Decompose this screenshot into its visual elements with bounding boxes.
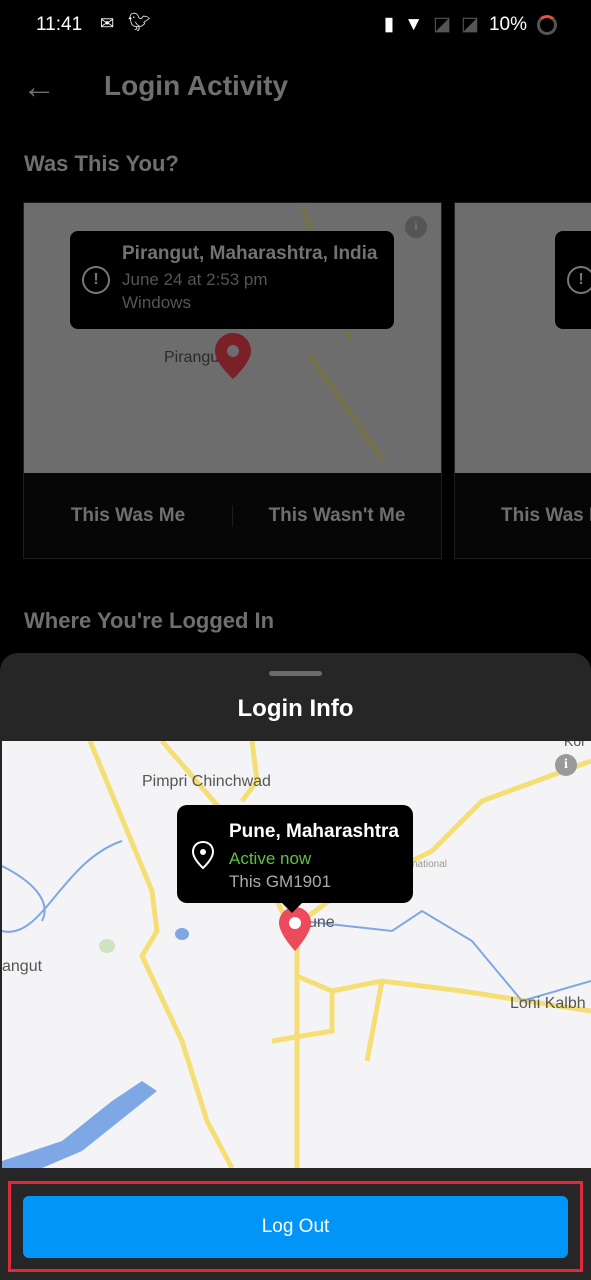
location-tooltip: Pune, Maharashtra Active now This GM1901	[177, 805, 413, 913]
log-out-button[interactable]: Log Out	[23, 1196, 568, 1258]
location-name: Pune, Maharashtra	[229, 821, 399, 842]
where-logged-in-heading: Where You're Logged In	[24, 608, 275, 633]
this-was-me-button[interactable]: This Was Me	[24, 505, 232, 527]
map-pin-icon	[215, 333, 251, 379]
alert-icon: !	[82, 266, 110, 294]
no-sim-icon: ◪	[461, 14, 479, 35]
drag-handle[interactable]	[269, 671, 322, 676]
wifi-icon: ▼	[404, 13, 424, 35]
login-card: Pirangu i ! Pirangut, Maharashtra, India…	[23, 202, 442, 559]
gmail-icon: ✉	[100, 14, 115, 33]
back-arrow-icon[interactable]: ←	[22, 68, 56, 107]
info-icon[interactable]: i	[405, 216, 427, 238]
login-map[interactable]: Pirangu i ! Pirangut, Maharashtra, India…	[24, 203, 441, 473]
login-tooltip: ! Pirangut, Maharashtra, India June 24 a…	[70, 231, 394, 329]
login-tooltip: !	[555, 231, 591, 329]
info-icon[interactable]: i	[555, 754, 577, 776]
was-this-you-heading: Was This You?	[24, 151, 179, 176]
active-status: Active now	[229, 849, 312, 868]
no-sim-icon: ◪	[433, 14, 452, 35]
page-title: Login Activity	[104, 70, 289, 101]
login-card: ! This Was M	[454, 202, 591, 559]
logout-highlight: Log Out	[8, 1181, 583, 1272]
clock: 11:41	[36, 14, 83, 35]
login-info-sheet: Login Info Pimpri Chinchwad une angut Lo…	[0, 653, 591, 1280]
sheet-title: Login Info	[237, 695, 354, 722]
battery-level: 10%	[488, 13, 527, 35]
location-pin-icon	[191, 840, 215, 870]
vibrate-icon: ▮	[383, 14, 395, 35]
twitter-icon: 🐦︎	[128, 12, 151, 32]
battery-saver-icon	[537, 14, 557, 35]
device-name: This GM1901	[229, 872, 332, 891]
login-map[interactable]: !	[455, 203, 591, 473]
status-bar: 11:41 ✉ 🐦︎ ▮ ▼ ◪ ◪ 10%	[0, 0, 591, 50]
alert-icon: !	[567, 266, 591, 294]
this-wasnt-me-button[interactable]: This Wasn't Me	[232, 504, 441, 527]
login-info-map[interactable]: Pimpri Chinchwad une angut Loni Kalbh Ko…	[2, 741, 591, 1168]
this-was-me-button[interactable]: This Was M	[501, 505, 591, 527]
